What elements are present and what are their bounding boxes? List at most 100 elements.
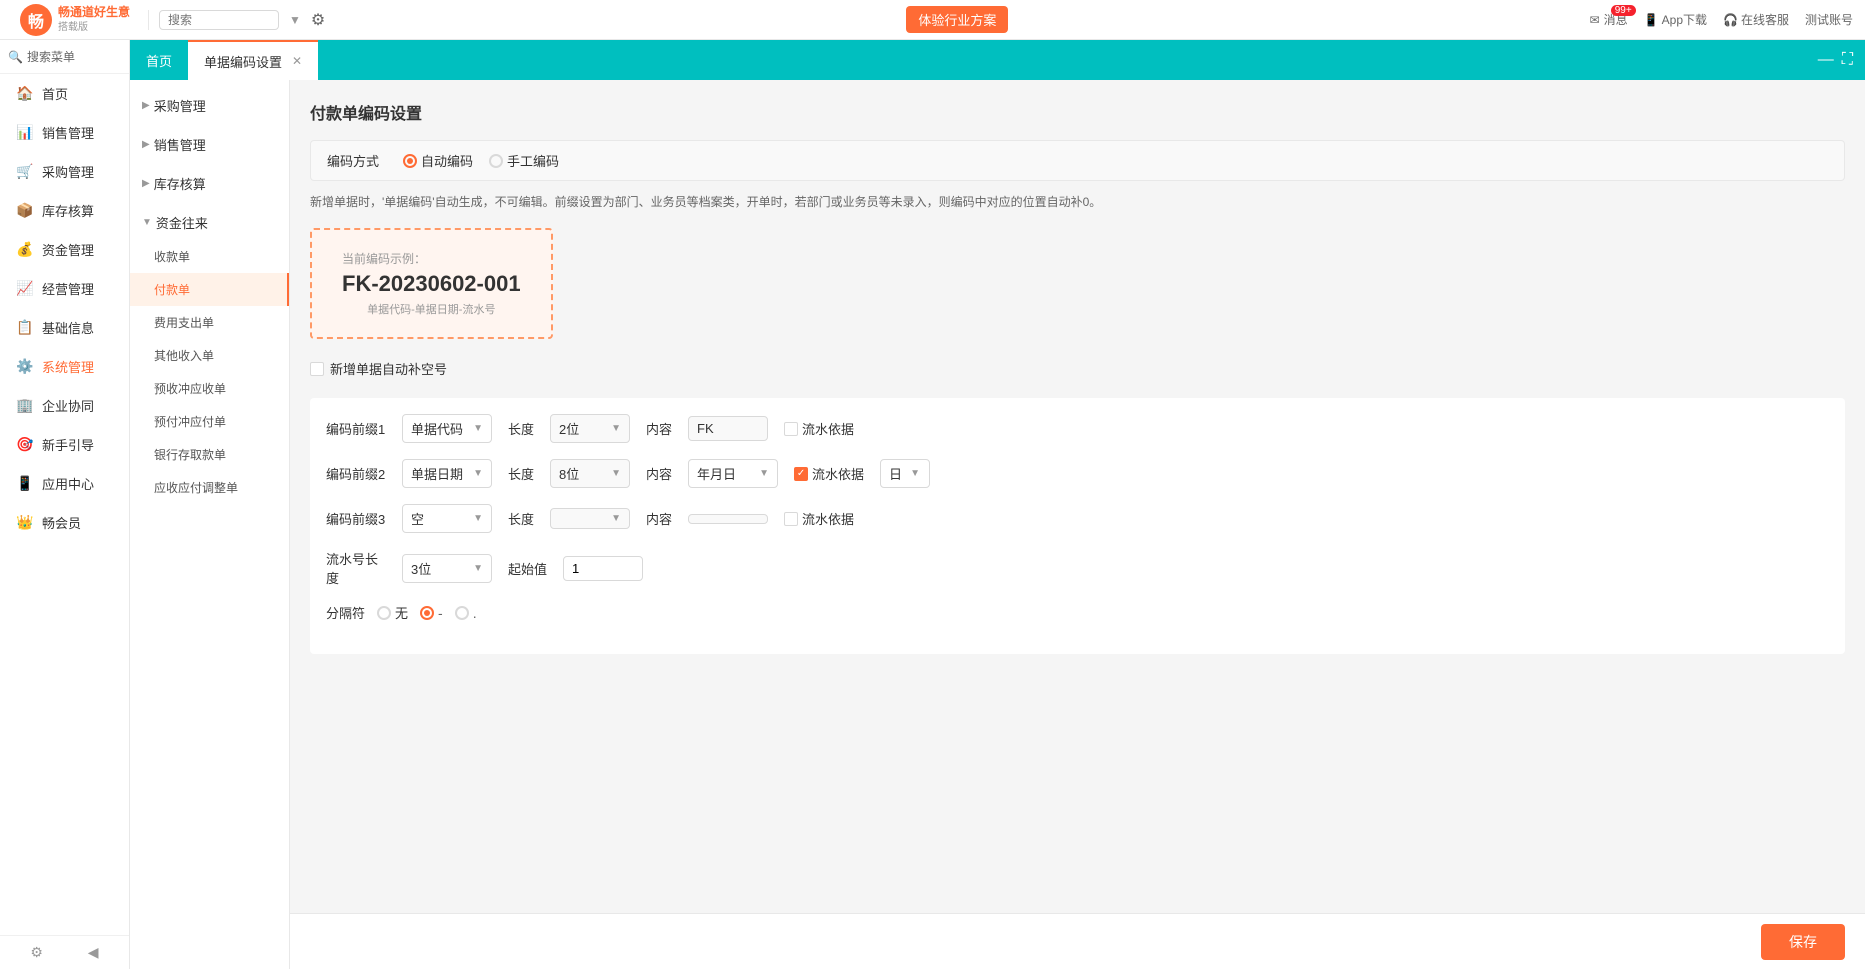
sub-group-inventory-title[interactable]: ▶ 库存核算 (130, 166, 289, 201)
sidebar-item-purchase[interactable]: 🛒 采购管理 (0, 152, 129, 191)
prefix1-waterflow-check[interactable]: 流水依据 (784, 419, 854, 438)
tab-home[interactable]: 首页 (130, 40, 188, 80)
tab-bar: 首页 单据编码设置 ✕ — ⛶ (130, 40, 1865, 80)
sidebar-label-member: 畅会员 (42, 513, 81, 532)
prefix1-label: 编码前缀1 (326, 419, 386, 438)
save-button[interactable]: 保存 (1761, 924, 1845, 960)
sub-group-purchase-label: 采购管理 (154, 96, 206, 115)
sidebar-item-member[interactable]: 👑 畅会员 (0, 503, 129, 542)
prefix2-len-input[interactable]: 8位 ▼ (550, 459, 630, 488)
sidebar-collapse-btn[interactable]: ◀ (88, 944, 99, 961)
industry-btn[interactable]: 体验行业方案 (906, 6, 1008, 33)
sidebar-settings-btn[interactable]: ⚙ (30, 944, 43, 961)
user-area[interactable]: 测试账号 (1805, 11, 1853, 28)
home-icon: 🏠 (16, 85, 34, 103)
sidebar-item-home[interactable]: 🏠 首页 (0, 74, 129, 113)
prefix3-select[interactable]: 空 ▼ (402, 504, 492, 533)
tab-encoding[interactable]: 单据编码设置 ✕ (188, 40, 318, 80)
radio-auto[interactable]: 自动编码 (403, 151, 473, 170)
tab-minimize-btn[interactable]: — (1818, 51, 1834, 69)
sub-item-ar-ap[interactable]: 应收应付调整单 (130, 471, 289, 504)
message-area[interactable]: ✉ 消息 99+ (1590, 11, 1628, 28)
search-icon: 🔍 (8, 50, 23, 64)
right-area: 首页 单据编码设置 ✕ — ⛶ ▶ 采购管理 (130, 40, 1865, 969)
sidebar-label-newbie: 新手引导 (42, 435, 94, 454)
sidebar-item-sales[interactable]: 📊 销售管理 (0, 113, 129, 152)
prefix2-waterflow-checkbox[interactable]: ✓ (794, 467, 808, 481)
separator-row: 分隔符 无 - (326, 603, 1829, 622)
bottom-bar: 保存 (290, 913, 1865, 969)
top-bar: 畅 畅通道好生意 搭载版 ▼ ⚙ 体验行业方案 ✉ 消息 99+ 📱 App下载… (0, 0, 1865, 40)
prefix3-waterflow-check[interactable]: 流水依据 (784, 509, 854, 528)
prefix3-len-input[interactable]: ▼ (550, 508, 630, 529)
sub-group-inventory: ▶ 库存核算 (130, 166, 289, 201)
breadcrumb-search[interactable] (159, 10, 279, 30)
main-wrapper: 付款单编码设置 编码方式 自动编码 手工编码 (290, 80, 1865, 969)
sidebar-item-operation[interactable]: 📈 经营管理 (0, 269, 129, 308)
serial-row: 流水号长度 3位 ▼ 起始值 (326, 549, 1829, 587)
prefix2-len-value: 8位 (559, 464, 579, 483)
sub-item-prepay-pay[interactable]: 预付冲应付单 (130, 405, 289, 438)
sidebar-item-system[interactable]: ⚙️ 系统管理 (0, 347, 129, 386)
encode-mode-radio-group: 自动编码 手工编码 (403, 151, 559, 170)
sidebar-item-appcenter[interactable]: 📱 应用中心 (0, 464, 129, 503)
sidebar-search[interactable]: 🔍 搜索菜单 (0, 40, 129, 74)
sep-dash-radio[interactable]: - (420, 605, 443, 621)
preview-desc: 单据代码-单据日期-流水号 (342, 301, 521, 317)
dropdown-icon[interactable]: ▼ (289, 13, 301, 27)
prefix2-waterflow-check[interactable]: ✓ 流水依据 (794, 464, 864, 483)
tab-maximize-btn[interactable]: ⛶ (1842, 51, 1853, 69)
prefix1-select-value: 单据代码 (411, 419, 463, 438)
serial-len-select[interactable]: 3位 ▼ (402, 554, 492, 583)
len1-arrow: ▼ (611, 423, 621, 434)
prefix2-content-select[interactable]: 年月日 ▼ (688, 459, 778, 488)
sub-item-bank[interactable]: 银行存取款单 (130, 438, 289, 471)
sidebar-item-capital[interactable]: 💰 资金管理 (0, 230, 129, 269)
serial-len-value: 3位 (411, 559, 431, 578)
sub-group-inventory-label: 库存核算 (154, 174, 206, 193)
radio-manual-dot (489, 154, 503, 168)
inventory-icon: 📦 (16, 202, 34, 220)
radio-auto-dot (403, 154, 417, 168)
new-fill-checkbox[interactable] (310, 362, 324, 376)
capital-icon: 💰 (16, 241, 34, 259)
sep-dash-char: - (438, 605, 443, 621)
service-icon: 🎧 (1723, 13, 1738, 27)
sub-group-sales-title[interactable]: ▶ 销售管理 (130, 127, 289, 162)
sub-item-payment[interactable]: 付款单 (130, 273, 289, 306)
radio-manual[interactable]: 手工编码 (489, 151, 559, 170)
sidebar-item-enterprise[interactable]: 🏢 企业协同 (0, 386, 129, 425)
sidebar-label-basic: 基础信息 (42, 318, 94, 337)
prefix1-waterflow-checkbox[interactable] (784, 422, 798, 436)
info-text: 新增单据时，'单据编码'自动生成，不可编辑。前缀设置为部门、业务员等档案类，开单… (310, 193, 1845, 212)
main-content: 付款单编码设置 编码方式 自动编码 手工编码 (290, 80, 1865, 913)
sidebar-item-inventory[interactable]: 📦 库存核算 (0, 191, 129, 230)
basic-icon: 📋 (16, 319, 34, 337)
prefix2-day-select[interactable]: 日 ▼ (880, 459, 930, 488)
sidebar-item-basic[interactable]: 📋 基础信息 (0, 308, 129, 347)
prefix2-select[interactable]: 单据日期 ▼ (402, 459, 492, 488)
sub-group-capital-title[interactable]: ▼ 资金往来 (130, 205, 289, 240)
sidebar-item-newbie[interactable]: 🎯 新手引导 (0, 425, 129, 464)
start-value-input[interactable] (563, 556, 643, 581)
sales-icon: 📊 (16, 124, 34, 142)
sep-dot-radio[interactable]: . (455, 605, 477, 621)
preview-label: 当前编码示例： (342, 250, 521, 267)
online-service[interactable]: 🎧 在线客服 (1723, 11, 1789, 28)
sep-none-radio[interactable]: 无 (377, 603, 408, 622)
sub-group-purchase-title[interactable]: ▶ 采购管理 (130, 88, 289, 123)
sub-group-purchase: ▶ 采购管理 (130, 88, 289, 123)
top-bar-center: 体验行业方案 (906, 6, 1008, 33)
encode-mode-bar: 编码方式 自动编码 手工编码 (310, 140, 1845, 181)
prefix3-waterflow-checkbox[interactable] (784, 512, 798, 526)
preview-box: 当前编码示例： FK-20230602-001 单据代码-单据日期-流水号 (310, 228, 553, 339)
sub-item-other-income[interactable]: 其他收入单 (130, 339, 289, 372)
tab-close-btn[interactable]: ✕ (292, 54, 302, 68)
app-download[interactable]: 📱 App下载 (1644, 11, 1707, 28)
sub-item-prepay-recv[interactable]: 预收冲应收单 (130, 372, 289, 405)
sub-item-expense[interactable]: 费用支出单 (130, 306, 289, 339)
sub-item-receipt[interactable]: 收款单 (130, 240, 289, 273)
settings-icon[interactable]: ⚙ (311, 10, 325, 30)
prefix1-len-input[interactable]: 2位 ▼ (550, 414, 630, 443)
prefix1-select[interactable]: 单据代码 ▼ (402, 414, 492, 443)
